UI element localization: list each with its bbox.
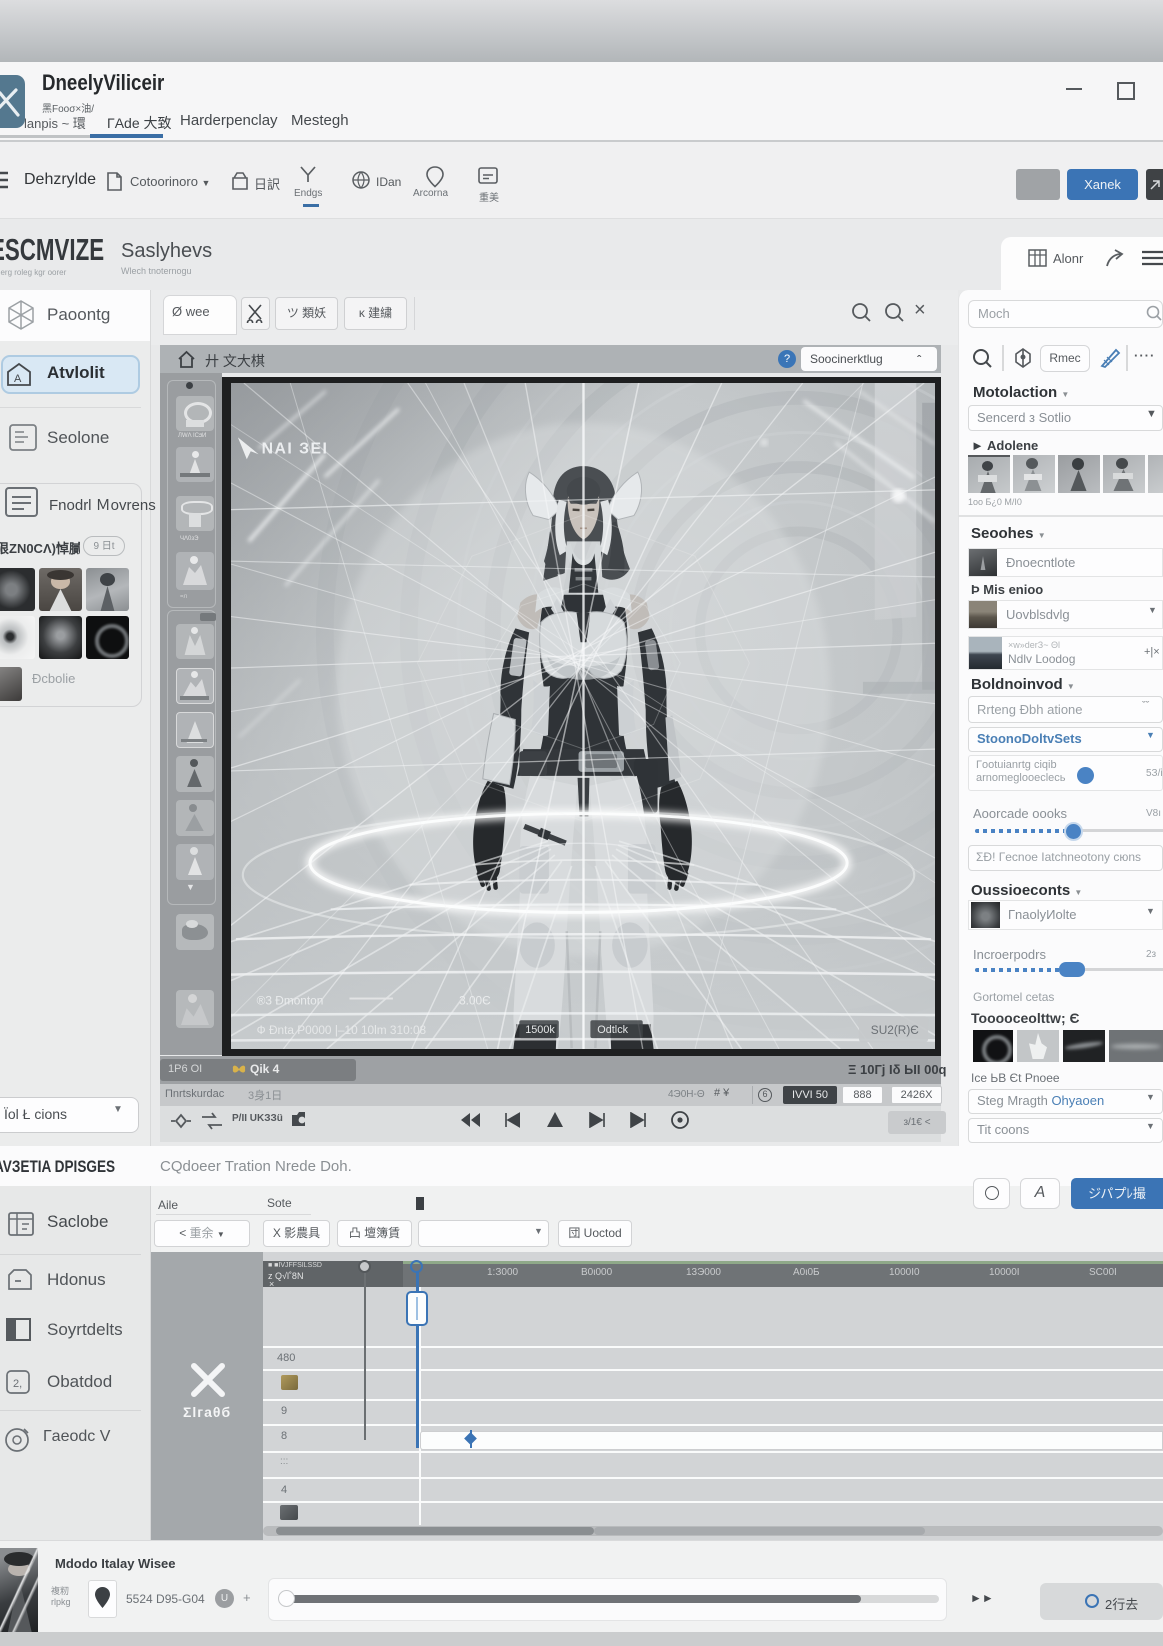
svg-text:3.00Є: 3.00Є <box>459 993 491 1007</box>
svg-text:A: A <box>14 373 22 385</box>
svg-text:NAI ЗEI: NAI ЗEI <box>262 440 329 457</box>
svg-text:®3 Ðmonton: ®3 Ðmonton <box>257 993 324 1007</box>
svg-text:2,: 2, <box>13 1378 22 1390</box>
svg-text:Odtlck: Odtlck <box>597 1024 628 1036</box>
svg-text:SU2(R)Є: SU2(R)Є <box>871 1023 919 1037</box>
svg-text:1500k: 1500k <box>525 1024 555 1036</box>
svg-text:Ф Ðnta Ρ0000 |–10 10lm 31: Ф Ðnta Ρ0000 |–10 10lm 310:08 <box>257 1023 427 1037</box>
